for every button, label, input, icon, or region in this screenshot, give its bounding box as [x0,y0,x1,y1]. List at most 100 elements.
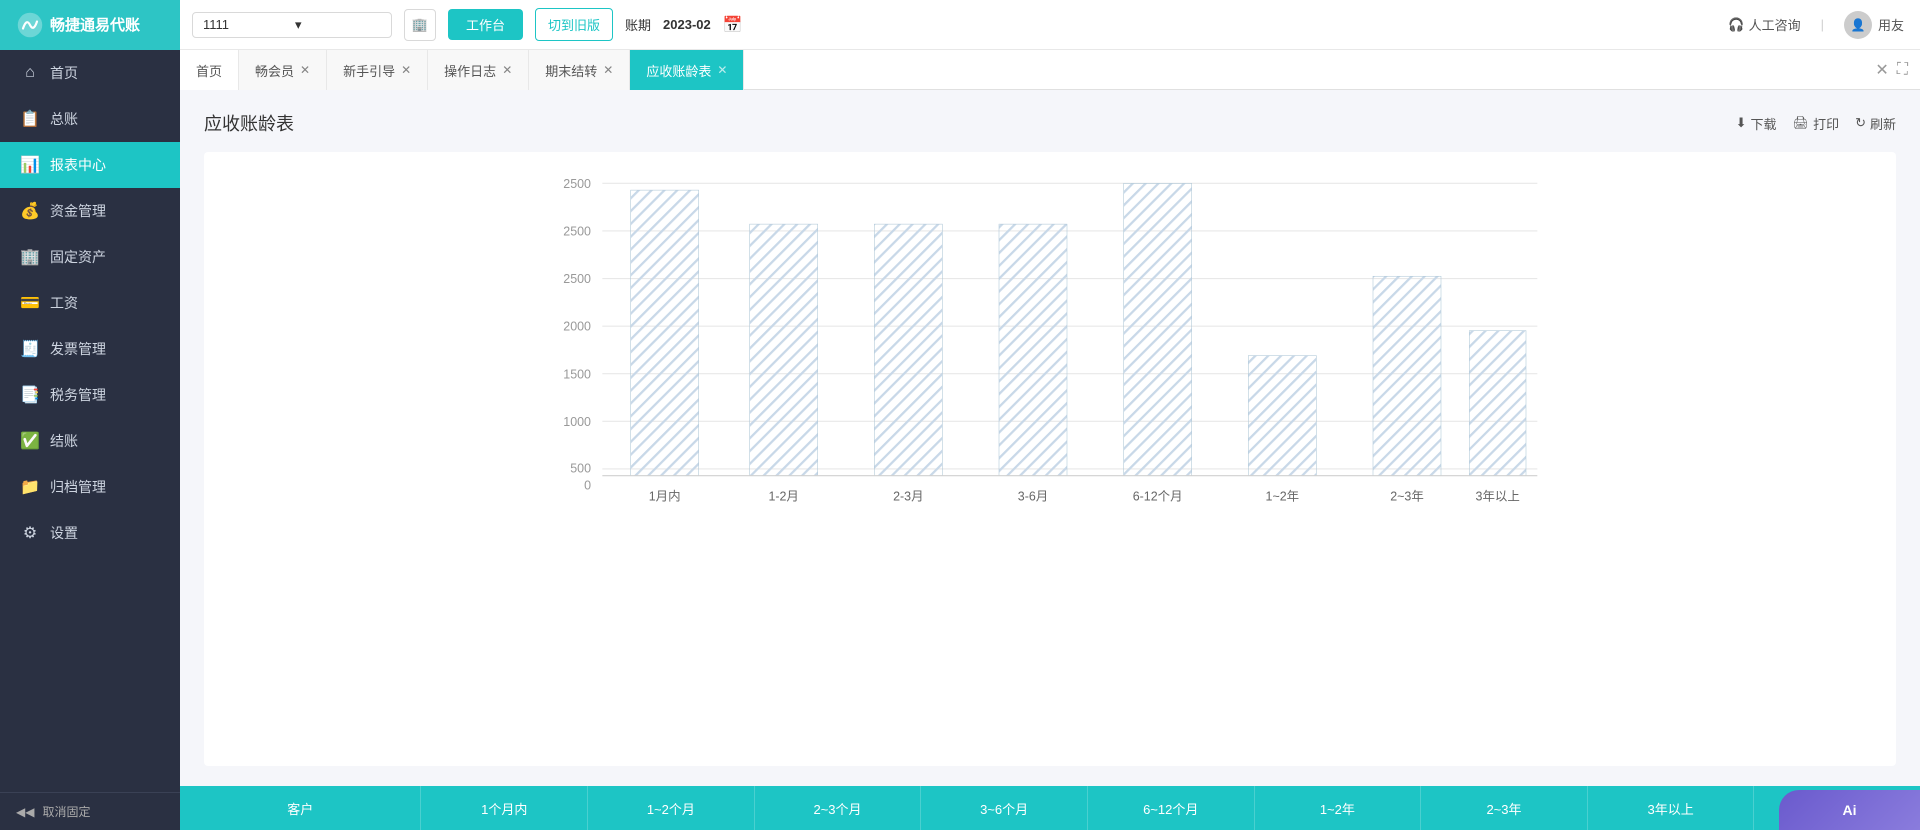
sidebar-item-home[interactable]: ⌂首页 [0,50,180,96]
calendar-icon[interactable]: 📅 [723,15,743,35]
tab-close-oplog[interactable]: ✕ [502,63,512,77]
sidebar-label-settle: 结账 [50,431,78,451]
expand-tabs-btn[interactable]: ⛶ [1897,61,1908,79]
consult-label: 人工咨询 [1749,15,1801,34]
table-header-8: 3年以上 [1588,786,1755,830]
sidebar-icon-tax: 📑 [20,385,40,405]
user-name: 用友 [1878,15,1904,34]
sidebar-item-reports[interactable]: 📊 报表中心 [0,142,180,188]
sidebar-item-assets[interactable]: 🏢 固定资产 [0,234,180,280]
period-label: 账期 [625,15,651,34]
divider: | [1821,17,1824,32]
user-menu[interactable]: 👤 用友 [1844,11,1904,39]
sidebar-label-archive: 归档管理 [50,477,106,497]
tab-label-member: 畅会员 [255,61,294,80]
refresh-label: 刷新 [1870,114,1896,133]
sidebar-scroll: ⌂首页📋总账 📊 报表中心 💰 资金管理 🏢 固定资产 💳 工资 🧾发票管理 📑 税务管理 ✅ 结账 📁归档… [0,50,180,792]
sidebar-icon-home: ⌂ [20,64,40,82]
app-logo-text: 畅捷通易代账 [50,14,140,35]
workspace-button[interactable]: 工作台 [448,9,523,40]
sidebar-label-tax: 税务管理 [50,385,106,405]
table-header-5: 6~12个月 [1088,786,1255,830]
refresh-btn[interactable]: ↻ 刷新 [1855,114,1896,133]
sidebar-label-assets: 固定资产 [50,247,106,267]
avatar-icon: 👤 [1851,18,1866,32]
close-all-tabs-btn[interactable]: ✕ [1875,60,1888,80]
logo-icon [16,11,44,39]
tab-close-aging[interactable]: ✕ [717,63,727,77]
sidebar-item-ledger[interactable]: 📋总账 [0,96,180,142]
sidebar-icon-salary: 💳 [20,293,40,313]
sidebar-icon-ledger: 📋 [20,109,40,129]
tab-close-member[interactable]: ✕ [300,63,310,77]
sidebar-icon-reports: 📊 [20,155,40,175]
tab-home[interactable]: 首页 [180,50,239,90]
table-header-bar: 客户1个月内1~2个月2~3个月3~6个月6~12个月1~2年2~3年3年以上合… [180,786,1920,830]
sidebar-item-settings[interactable]: ⚙ 设置 [0,510,180,556]
svg-text:1月内: 1月内 [649,490,681,504]
svg-text:2500: 2500 [563,177,591,191]
company-selector[interactable]: 1111 ▾ [192,12,392,38]
logo-area: 畅捷通易代账 [0,0,180,50]
ai-assistant-bubble[interactable]: Ai [1779,790,1920,830]
sidebar-icon-invoice: 🧾 [20,339,40,359]
sidebar-icon-settle: ✅ [20,431,40,451]
tab-label-yearend: 期末结转 [545,61,597,80]
table-header-0: 客户 [180,786,421,830]
consult-btn[interactable]: 🎧 人工咨询 [1728,15,1800,34]
chart-container: 2500 2500 2500 2000 1500 1000 500 0 [204,152,1896,766]
sidebar-item-tax[interactable]: 📑 税务管理 [0,372,180,418]
sidebar-label-funds: 资金管理 [50,201,106,221]
refresh-icon: ↻ [1855,115,1866,131]
cancel-fixed-label: 取消固定 [42,803,90,820]
tab-member[interactable]: 畅会员 ✕ [239,50,327,90]
svg-text:2-3月: 2-3月 [893,490,923,504]
sidebar-item-funds[interactable]: 💰 资金管理 [0,188,180,234]
table-header-3: 2~3个月 [755,786,922,830]
svg-text:3-6月: 3-6月 [1018,490,1048,504]
sidebar-icon-funds: 💰 [20,201,40,221]
sidebar-icon-settings: ⚙ [20,523,40,543]
svg-text:0: 0 [584,478,591,492]
sidebar: ⌂首页📋总账 📊 报表中心 💰 资金管理 🏢 固定资产 💳 工资 🧾发票管理 📑 税务管理 ✅ 结账 📁归档… [0,50,180,830]
page-content: 应收账龄表 ⬇ 下载 🖨 打印 ↻ 刷新 [180,90,1920,786]
download-icon: ⬇ [1736,115,1747,131]
svg-text:1500: 1500 [563,367,591,381]
sidebar-item-salary[interactable]: 💳 工资 [0,280,180,326]
avatar: 👤 [1844,11,1872,39]
sidebar-cancel-fixed[interactable]: ◀◀ 取消固定 [0,792,180,830]
sidebar-item-settle[interactable]: ✅ 结账 [0,418,180,464]
svg-text:500: 500 [570,461,591,475]
switch-version-button[interactable]: 切到旧版 [535,8,613,41]
sidebar-item-invoice[interactable]: 🧾发票管理 [0,326,180,372]
building-icon: 🏢 [412,17,428,33]
page-title: 应收账龄表 [204,110,294,136]
content-area: 首页畅会员✕新手引导✕操作日志✕期末结转✕应收账龄表✕ ✕ ⛶ 应收账龄表 ⬇ … [180,50,1920,830]
sidebar-label-reports: 报表中心 [50,155,106,175]
print-label: 打印 [1813,114,1839,133]
tab-guide[interactable]: 新手引导 ✕ [327,50,428,90]
download-label: 下载 [1751,114,1777,133]
svg-text:2500: 2500 [563,272,591,286]
sidebar-label-salary: 工资 [50,293,78,313]
sidebar-label-settings: 设置 [50,523,78,543]
table-header-7: 2~3年 [1421,786,1588,830]
top-header: 畅捷通易代账 1111 ▾ 🏢 工作台 切到旧版 账期 2023-02 📅 🎧 … [0,0,1920,50]
download-btn[interactable]: ⬇ 下载 [1736,114,1777,133]
sidebar-item-archive[interactable]: 📁归档管理 [0,464,180,510]
tab-close-yearend[interactable]: ✕ [603,63,613,77]
print-btn[interactable]: 🖨 打印 [1793,114,1840,133]
period-value: 2023-02 [663,17,711,32]
tab-yearend[interactable]: 期末结转 ✕ [529,50,630,90]
tab-close-guide[interactable]: ✕ [401,63,411,77]
company-icon-btn[interactable]: 🏢 [404,9,436,41]
print-icon: 🖨 [1793,115,1810,131]
headset-icon: 🎧 [1728,17,1744,33]
header-right: 🎧 人工咨询 | 👤 用友 [1728,11,1904,39]
sidebar-icon-assets: 🏢 [20,247,40,267]
company-name: 1111 [203,17,289,32]
tab-label-guide: 新手引导 [343,61,395,80]
tab-oplog[interactable]: 操作日志✕ [428,50,529,90]
chart-inner: 2500 2500 2500 2000 1500 1000 500 0 [224,172,1876,512]
tab-aging[interactable]: 应收账龄表✕ [630,50,744,90]
